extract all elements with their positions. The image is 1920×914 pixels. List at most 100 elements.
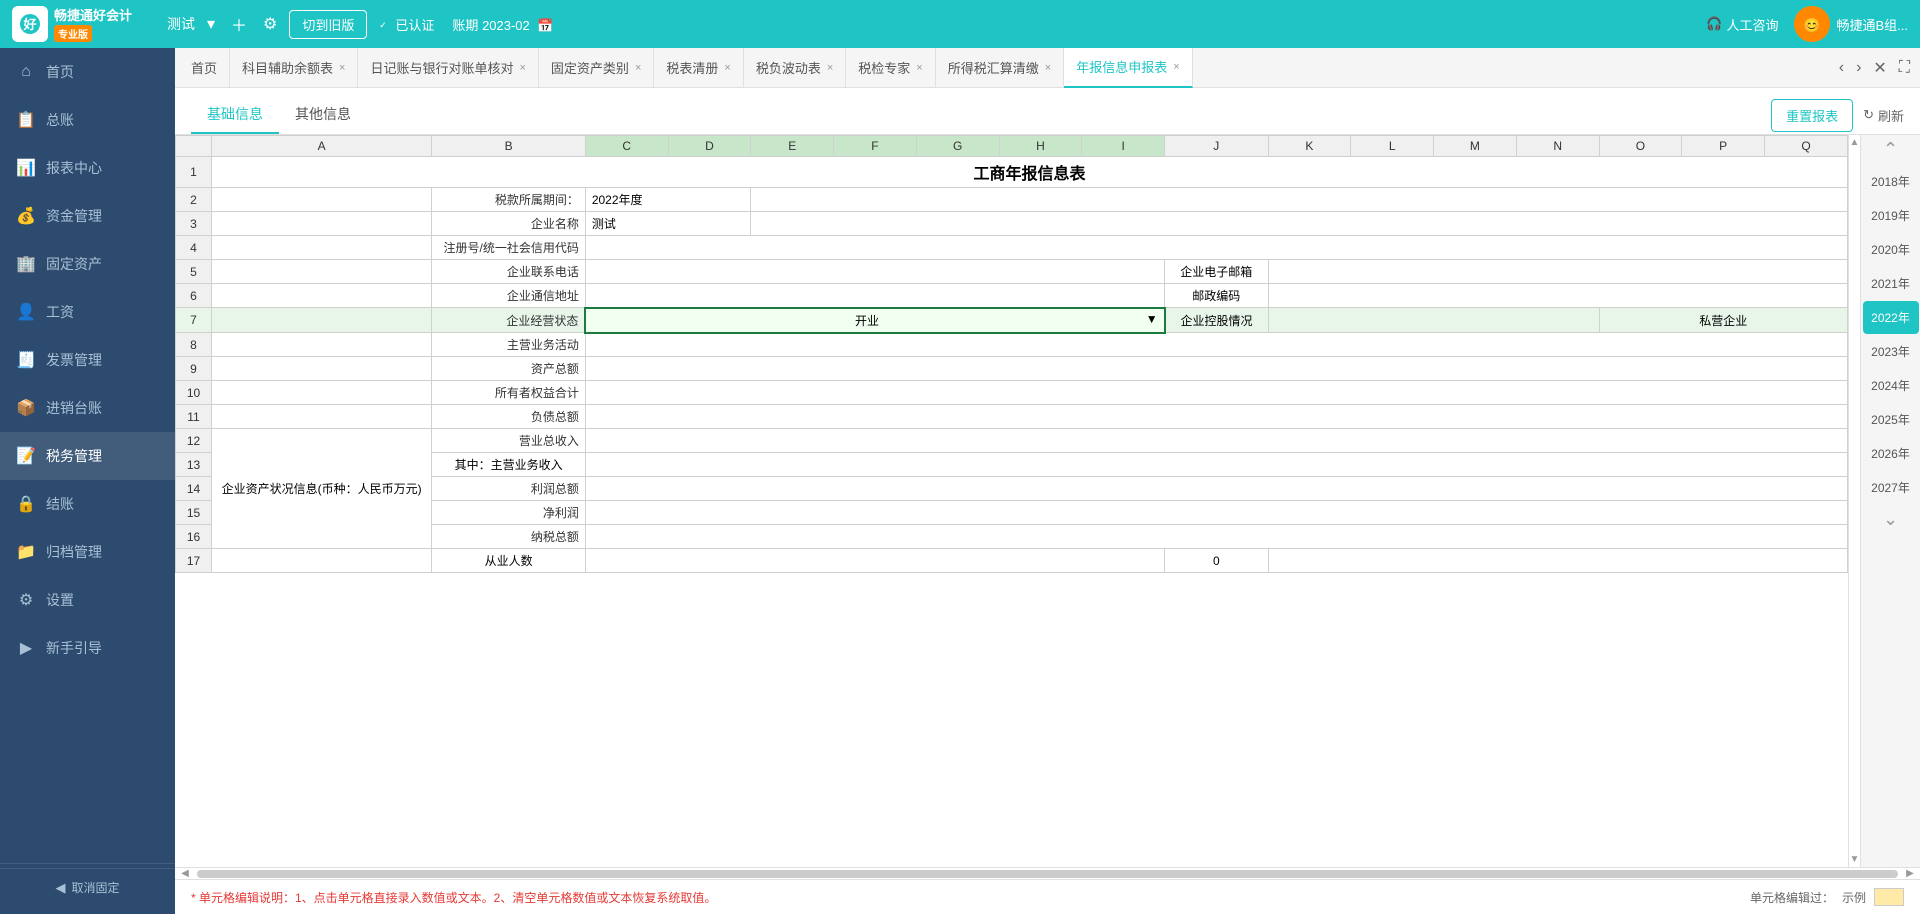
col-O[interactable]: O	[1599, 136, 1682, 157]
r7c1[interactable]	[212, 308, 432, 333]
col-A[interactable]: A	[212, 136, 432, 157]
r5-phone-value[interactable]	[585, 260, 1164, 284]
r9-value[interactable]	[585, 357, 1847, 381]
sidebar-item-tax[interactable]: 📝税务管理	[0, 432, 175, 480]
sidebar-item-inventory[interactable]: 📦进销台账	[0, 384, 175, 432]
r12-value[interactable]	[585, 429, 1847, 453]
year-item-2020年[interactable]: 2020年	[1863, 233, 1919, 266]
year-down-btn[interactable]: ⌄	[1861, 505, 1920, 534]
col-E[interactable]: E	[751, 136, 834, 157]
calendar-icon[interactable]: 📅	[537, 18, 553, 33]
r17-rest[interactable]	[1268, 549, 1847, 573]
sidebar-item-ledger[interactable]: 📋总账	[0, 96, 175, 144]
r13-value[interactable]	[585, 453, 1847, 477]
r2c3-value[interactable]: 2022年度	[585, 188, 751, 212]
tab-home[interactable]: 首页	[179, 48, 230, 88]
col-H[interactable]: H	[999, 136, 1082, 157]
tab-annual-report[interactable]: 年报信息申报表×	[1064, 48, 1192, 88]
scroll-left-btn[interactable]: ◀	[175, 868, 195, 879]
sidebar-item-asset[interactable]: 🏢固定资产	[0, 240, 175, 288]
r11-value[interactable]	[585, 405, 1847, 429]
sidebar-item-report[interactable]: 📊报表中心	[0, 144, 175, 192]
r6-addr-value[interactable]	[585, 284, 1164, 308]
vertical-scrollbar[interactable]: ▲ ▼	[1848, 135, 1860, 867]
r17c1[interactable]	[212, 549, 432, 573]
dropdown-arrow-btn[interactable]: ▾	[203, 10, 219, 38]
col-I[interactable]: I	[1082, 136, 1165, 157]
r3c1[interactable]	[212, 212, 432, 236]
year-item-2027年[interactable]: 2027年	[1863, 471, 1919, 504]
r14-value[interactable]	[585, 477, 1847, 501]
tab-aux-balance[interactable]: 科目辅助余额表×	[230, 48, 358, 88]
year-up-btn[interactable]: ⌃	[1861, 135, 1920, 164]
r3c3-value[interactable]: 测试	[585, 212, 751, 236]
tab-close-tax-expert[interactable]: ×	[916, 62, 922, 74]
r16-value[interactable]	[585, 525, 1847, 549]
sidebar-item-settings[interactable]: ⚙设置	[0, 576, 175, 624]
r15-value[interactable]	[585, 501, 1847, 525]
settings-btn[interactable]: ⚙	[259, 10, 281, 38]
sidebar-item-close[interactable]: 🔒结账	[0, 480, 175, 528]
tab-prev-btn[interactable]: ‹	[1833, 55, 1850, 81]
refresh-btn[interactable]: ↻ 刷新	[1863, 99, 1904, 132]
inner-tab-other[interactable]: 其他信息	[279, 96, 367, 134]
r5-email-value[interactable]	[1268, 260, 1847, 284]
tab-close-bank-reconcile[interactable]: ×	[519, 62, 525, 74]
tab-fixed-asset-type[interactable]: 固定资产类别×	[539, 48, 654, 88]
sidebar-item-guide[interactable]: ▶新手引导	[0, 624, 175, 672]
col-M[interactable]: M	[1434, 136, 1517, 157]
tab-tax-return[interactable]: 税表清册×	[654, 48, 743, 88]
r8-value[interactable]	[585, 333, 1847, 357]
tab-close-fixed-asset-type[interactable]: ×	[635, 62, 641, 74]
r5c1[interactable]	[212, 260, 432, 284]
year-item-2026年[interactable]: 2026年	[1863, 437, 1919, 470]
sidebar-item-invoice[interactable]: 🧾发票管理	[0, 336, 175, 384]
r10c1[interactable]	[212, 381, 432, 405]
title-cell[interactable]: 工商年报信息表	[212, 157, 1848, 188]
tab-bank-reconcile[interactable]: 日记账与银行对账单核对×	[358, 48, 538, 88]
service-btn[interactable]: 🎧 人工咨询	[1706, 15, 1778, 34]
tab-income-tax[interactable]: 所得税汇算清缴×	[936, 48, 1064, 88]
r11c1[interactable]	[212, 405, 432, 429]
col-B[interactable]: B	[432, 136, 585, 157]
year-item-2021年[interactable]: 2021年	[1863, 267, 1919, 300]
col-F[interactable]: F	[834, 136, 917, 157]
sidebar-item-salary[interactable]: 👤工资	[0, 288, 175, 336]
year-item-2023年[interactable]: 2023年	[1863, 335, 1919, 368]
tab-close-income-tax[interactable]: ×	[1045, 62, 1051, 74]
inner-tab-basic[interactable]: 基础信息	[191, 96, 279, 134]
year-item-2022年[interactable]: 2022年	[1863, 301, 1919, 334]
reset-report-btn[interactable]: 重置报表	[1771, 99, 1853, 132]
sidebar-item-fund[interactable]: 💰资金管理	[0, 192, 175, 240]
sidebar-item-home[interactable]: ⌂首页	[0, 48, 175, 96]
tab-tax-fluctuation[interactable]: 税负波动表×	[744, 48, 846, 88]
scroll-right-btn[interactable]: ▶	[1900, 868, 1920, 879]
sheet-scroll-area[interactable]: A B C D E F G H I J	[175, 135, 1848, 867]
sidebar-item-archive[interactable]: 📁归档管理	[0, 528, 175, 576]
r6c1[interactable]	[212, 284, 432, 308]
r9c1[interactable]	[212, 357, 432, 381]
year-item-2019年[interactable]: 2019年	[1863, 199, 1919, 232]
r6-postal-value[interactable]	[1268, 284, 1847, 308]
tab-close-tax-return[interactable]: ×	[724, 62, 730, 74]
horizontal-scrollbar[interactable]: ◀ ▶	[175, 867, 1920, 879]
switch-version-btn[interactable]: 切到旧版	[289, 10, 367, 39]
year-item-2018年[interactable]: 2018年	[1863, 165, 1919, 198]
col-D[interactable]: D	[668, 136, 751, 157]
r10-value[interactable]	[585, 381, 1847, 405]
r8c1[interactable]	[212, 333, 432, 357]
r4c1[interactable]	[212, 236, 432, 260]
tab-close-aux-balance[interactable]: ×	[339, 62, 345, 74]
tab-tax-expert[interactable]: 税检专家×	[846, 48, 935, 88]
col-J[interactable]: J	[1165, 136, 1268, 157]
r7-holding-value[interactable]	[1268, 308, 1599, 333]
unfix-btn[interactable]: ◀ 取消固定	[0, 868, 175, 906]
col-N[interactable]: N	[1516, 136, 1599, 157]
add-tab-btn[interactable]: ＋	[227, 8, 251, 40]
r2c1[interactable]	[212, 188, 432, 212]
year-item-2024年[interactable]: 2024年	[1863, 369, 1919, 402]
year-item-2025年[interactable]: 2025年	[1863, 403, 1919, 436]
r17-value1[interactable]	[585, 549, 1164, 573]
r17-count[interactable]: 0	[1165, 549, 1268, 573]
col-C[interactable]: C	[585, 136, 668, 157]
